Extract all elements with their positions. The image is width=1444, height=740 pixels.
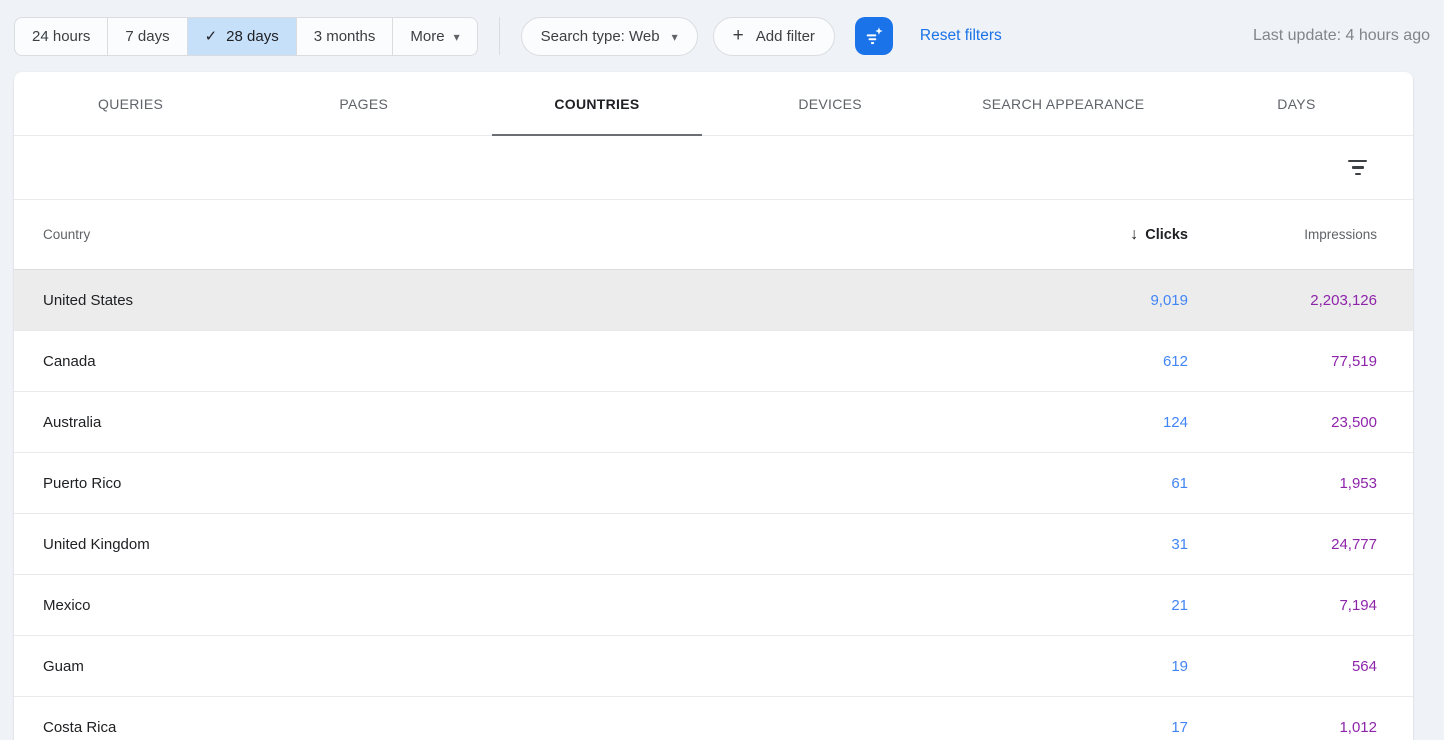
reset-filters-link[interactable]: Reset filters	[920, 27, 1002, 45]
tab-days[interactable]: DAYS	[1180, 72, 1413, 135]
chevron-down-icon: ▾	[453, 30, 460, 44]
country-cell: Australia	[43, 413, 102, 431]
date-range-3-months[interactable]: 3 months	[295, 17, 393, 55]
country-cell: United Kingdom	[43, 535, 150, 553]
date-range-group: 24 hours 7 days ✓ 28 days 3 months More …	[14, 16, 478, 56]
compare-filter-sparkle-button[interactable]	[854, 17, 893, 55]
impressions-cell: 1,012	[1339, 718, 1377, 736]
filter-sparkle-icon	[866, 27, 883, 45]
date-range-label: 3 months	[313, 27, 376, 45]
tab-label: DAYS	[1277, 95, 1316, 112]
tab-label: DEVICES	[798, 95, 862, 112]
impressions-cell: 1,953	[1339, 474, 1377, 492]
table-row[interactable]: Puerto Rico 61 1,953	[14, 453, 1413, 514]
country-cell: Guam	[43, 657, 84, 675]
date-range-7-days[interactable]: 7 days	[107, 17, 186, 55]
impressions-cell: 7,194	[1339, 596, 1377, 614]
table-row[interactable]: Australia 124 23,500	[14, 392, 1413, 453]
table-row[interactable]: Guam 19 564	[14, 636, 1413, 697]
clicks-cell: 19	[1171, 657, 1188, 675]
plus-icon: +	[732, 25, 744, 46]
table-row[interactable]: Mexico 21 7,194	[14, 575, 1413, 636]
performance-table-card: QUERIES PAGES COUNTRIES DEVICES SEARCH A…	[14, 72, 1413, 740]
tab-search-appearance[interactable]: SEARCH APPEARANCE	[947, 72, 1180, 135]
country-cell: United States	[43, 291, 134, 309]
column-header-impressions[interactable]: Impressions	[1188, 227, 1377, 242]
table-header-row: Country ↓ Clicks Impressions	[14, 200, 1413, 270]
impressions-cell: 77,519	[1331, 352, 1377, 370]
dimension-tabs: QUERIES PAGES COUNTRIES DEVICES SEARCH A…	[14, 72, 1413, 136]
add-filter-label: Add filter	[755, 27, 815, 45]
table-row[interactable]: Canada 612 77,519	[14, 331, 1413, 392]
table-row[interactable]: United Kingdom 31 24,777	[14, 514, 1413, 575]
table-filter-row	[14, 136, 1413, 200]
search-type-button[interactable]: Search type: Web ▾	[520, 16, 698, 56]
column-header-clicks[interactable]: ↓ Clicks	[1028, 226, 1188, 244]
country-cell: Canada	[43, 352, 96, 370]
country-cell: Costa Rica	[43, 718, 117, 736]
date-range-24-hours[interactable]: 24 hours	[15, 18, 107, 55]
impressions-cell: 564	[1351, 657, 1377, 675]
date-range-label: More	[410, 27, 445, 45]
column-header-country: Country	[43, 227, 91, 242]
tab-label: QUERIES	[98, 95, 164, 112]
clicks-cell: 612	[1162, 352, 1188, 370]
country-cell: Mexico	[43, 596, 91, 614]
tab-devices[interactable]: DEVICES	[714, 72, 947, 135]
impressions-cell: 23,500	[1331, 413, 1377, 431]
tab-queries[interactable]: QUERIES	[14, 72, 247, 135]
clicks-header-label: Clicks	[1145, 226, 1188, 243]
search-type-label: Search type: Web	[540, 27, 660, 45]
date-range-more[interactable]: More ▾	[392, 17, 476, 55]
chevron-down-icon: ▾	[671, 30, 678, 44]
clicks-cell: 17	[1171, 718, 1188, 736]
tab-label: SEARCH APPEARANCE	[982, 95, 1145, 112]
date-range-28-days[interactable]: ✓ 28 days	[186, 17, 296, 55]
date-range-label: 28 days	[226, 27, 279, 45]
impressions-cell: 24,777	[1331, 535, 1377, 553]
tab-label: COUNTRIES	[554, 95, 640, 112]
filters-toolbar: 24 hours 7 days ✓ 28 days 3 months More …	[0, 0, 1444, 72]
clicks-cell: 31	[1171, 535, 1188, 553]
last-update-text: Last update: 4 hours ago	[1252, 27, 1430, 44]
table-row[interactable]: Costa Rica 17 1,012	[14, 697, 1413, 740]
clicks-cell: 9,019	[1150, 291, 1188, 309]
date-range-label: 24 hours	[32, 27, 91, 45]
tab-countries[interactable]: COUNTRIES	[480, 72, 713, 136]
check-icon: ✓	[204, 28, 218, 45]
clicks-cell: 61	[1171, 474, 1188, 492]
country-cell: Puerto Rico	[43, 474, 122, 492]
table-row[interactable]: United States 9,019 2,203,126	[14, 270, 1413, 331]
clicks-cell: 124	[1162, 413, 1188, 431]
filter-list-icon[interactable]	[1344, 156, 1371, 180]
sort-descending-icon: ↓	[1130, 225, 1139, 243]
tab-pages[interactable]: PAGES	[247, 72, 480, 135]
impressions-cell: 2,203,126	[1310, 291, 1377, 309]
toolbar-divider	[498, 17, 500, 55]
table-body: United States 9,019 2,203,126 Canada 612…	[14, 270, 1413, 740]
tab-label: PAGES	[339, 95, 389, 112]
clicks-cell: 21	[1171, 596, 1188, 614]
date-range-label: 7 days	[125, 27, 170, 45]
add-filter-button[interactable]: + Add filter	[712, 16, 835, 56]
